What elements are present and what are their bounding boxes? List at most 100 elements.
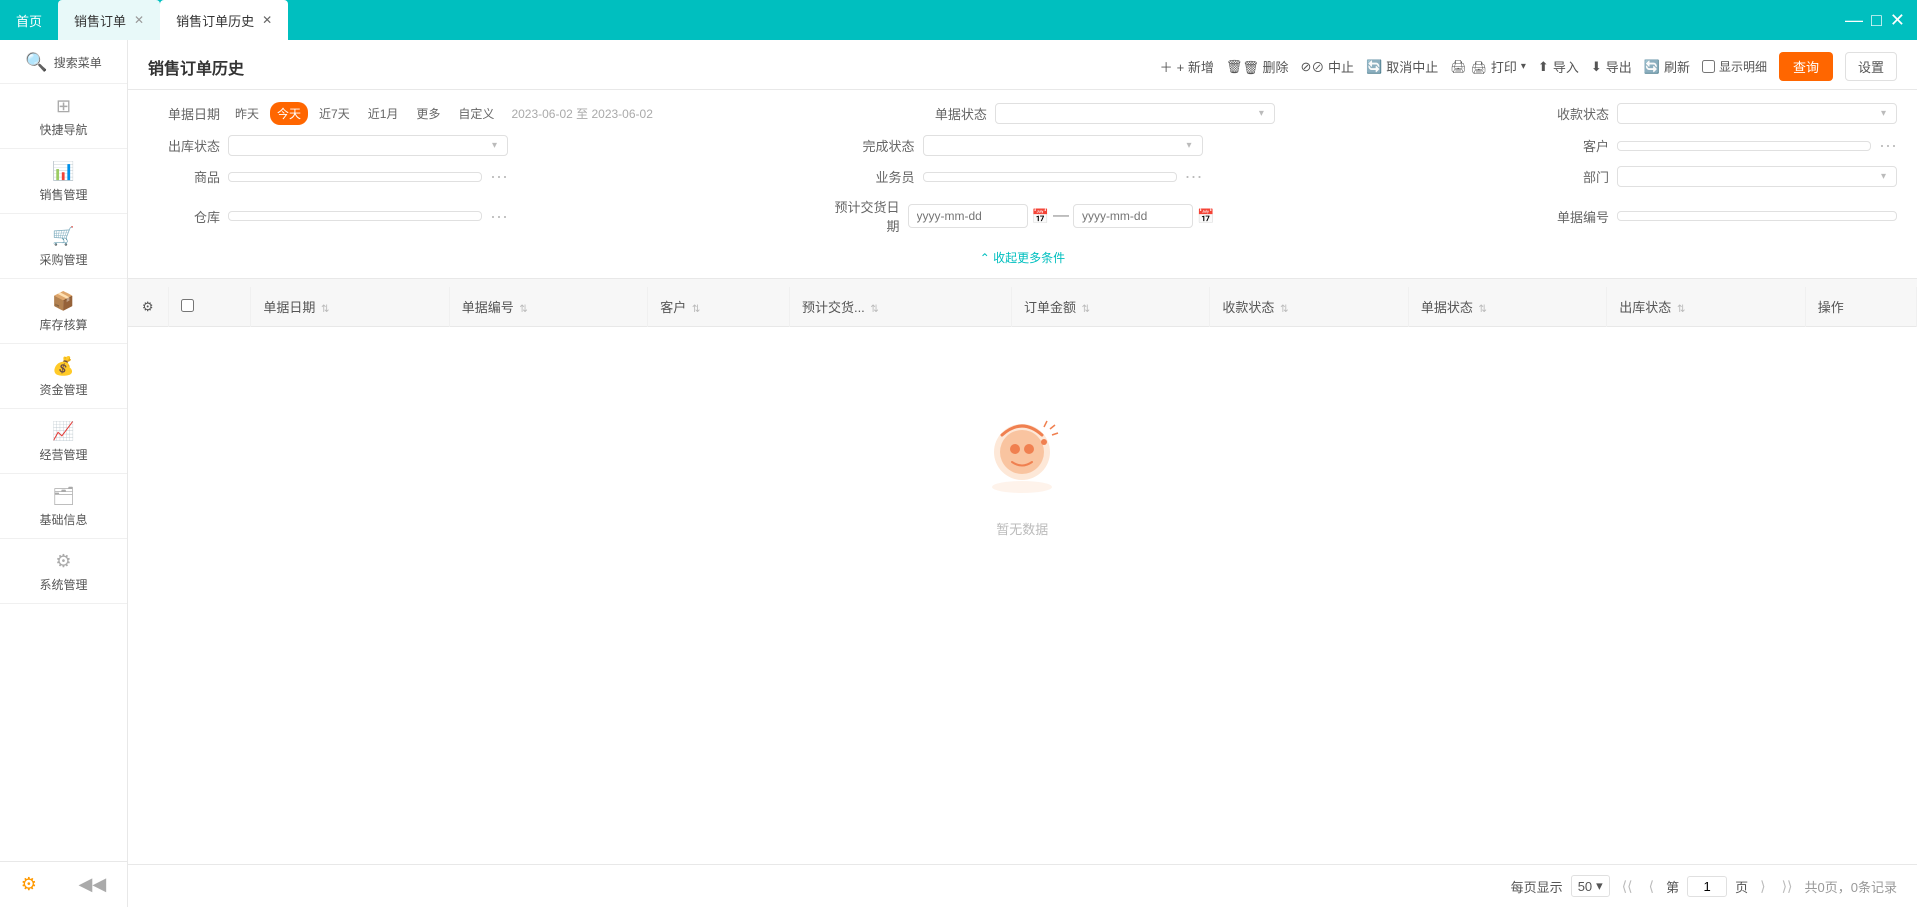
query-button[interactable]: 查询 (1779, 52, 1833, 81)
date-range-text: 2023-06-02 至 2023-06-02 (511, 105, 652, 122)
sidebar-item-operations[interactable]: 📈 经营管理 (0, 409, 127, 474)
date-btn-1month[interactable]: 近1月 (361, 102, 406, 125)
delivery-date-to-input[interactable] (1073, 204, 1193, 228)
status-filter-select[interactable]: ▾ (995, 103, 1275, 124)
window-close-btn[interactable]: ✕ (1890, 10, 1905, 31)
date-btn-7days[interactable]: 近7天 (312, 102, 357, 125)
status-arrow-icon: ▾ (1259, 108, 1264, 119)
show-detail-checkbox[interactable]: 显示明细 (1702, 58, 1767, 75)
tab-bar: 首页 销售订单 ✕ 销售订单历史 ✕ (0, 0, 1833, 40)
goods-dots-icon[interactable]: ··· (490, 166, 508, 187)
sidebar-finance-label: 资金管理 (39, 381, 87, 398)
new-icon: ＋ (1160, 57, 1173, 76)
page-next-btn[interactable]: ⟩ (1756, 876, 1769, 897)
page-input[interactable] (1687, 876, 1727, 897)
main-layout: 🔍 搜索菜单 ⊞ 快捷导航 📊 销售管理 🛒 采购管理 📦 库存核算 💰 资金管… (0, 40, 1917, 907)
page-unit: 页 (1735, 877, 1748, 896)
collapse-bar[interactable]: ⌃ 收起更多条件 (148, 245, 1897, 266)
cal-from-icon[interactable]: 📅 (1032, 208, 1049, 225)
tab-home[interactable]: 首页 (0, 0, 58, 40)
dept-arrow-icon: ▾ (1881, 171, 1886, 182)
tab-sales-order[interactable]: 销售订单 ✕ (58, 0, 160, 40)
th-date[interactable]: 单据日期 ⇅ (251, 287, 449, 327)
out-status-filter-select[interactable]: ▾ (228, 135, 508, 156)
goods-filter-select[interactable] (228, 172, 482, 182)
delete-button[interactable]: 🗑 🗑 删除 (1226, 57, 1289, 76)
salesperson-dots-icon[interactable]: ··· (1185, 166, 1203, 187)
th-delivery-date[interactable]: 预计交货... ⇅ (789, 287, 1011, 327)
complete-status-filter-select[interactable]: ▾ (923, 135, 1203, 156)
table-section: ⚙ 单据日期 ⇅ 单据编号 ⇅ 客户 (128, 287, 1917, 864)
page-size-select[interactable]: 50 ▾ (1571, 875, 1610, 897)
stop-button[interactable]: ⊘ ⊘ 中止 (1301, 57, 1355, 76)
sidebar-item-sales-mgmt[interactable]: 📊 销售管理 (0, 149, 127, 214)
th-pay-status[interactable]: 收款状态 ⇅ (1210, 287, 1408, 327)
page-last-btn[interactable]: ⟩⟩ (1778, 876, 1797, 897)
th-customer[interactable]: 客户 ⇅ (648, 287, 790, 327)
empty-state: 暂无数据 (128, 327, 1917, 618)
date-btn-today[interactable]: 今天 (270, 102, 308, 125)
filter-row-3: 商品 ··· 业务员 ··· 部门 (148, 166, 1897, 187)
tab-sales-order-history[interactable]: 销售订单历史 ✕ (160, 0, 288, 40)
date-btn-yesterday[interactable]: 昨天 (228, 102, 266, 125)
salesperson-filter-select[interactable] (923, 172, 1177, 182)
order-no-filter-label: 单据编号 (1547, 207, 1617, 226)
window-minimize-btn[interactable]: — (1845, 10, 1863, 31)
show-detail-input[interactable] (1702, 60, 1715, 73)
pay-status-filter-select[interactable]: ▾ (1617, 103, 1897, 124)
order-no-filter-input[interactable] (1617, 211, 1897, 221)
sidebar-item-sys-mgmt[interactable]: ⚙ 系统管理 (0, 539, 127, 604)
page-size-arrow-icon: ▾ (1596, 878, 1603, 894)
stop-icon: ⊘ (1301, 59, 1312, 75)
date-btn-more[interactable]: 更多 (409, 102, 447, 125)
refresh-button[interactable]: 🔄 刷新 (1644, 57, 1690, 76)
window-maximize-btn[interactable]: □ (1871, 10, 1882, 31)
warehouse-filter-select[interactable] (228, 211, 482, 221)
sidebar-search-label: 搜索菜单 (54, 54, 102, 71)
delivery-date-from-input[interactable] (908, 204, 1028, 228)
dept-filter-select[interactable]: ▾ (1617, 166, 1897, 187)
import-button[interactable]: ⬆ 导入 (1538, 57, 1579, 76)
import-label: 导入 (1553, 57, 1579, 76)
th-bill-status[interactable]: 单据状态 ⇅ (1408, 287, 1606, 327)
sidebar-volume-btn[interactable]: ◀◀ (79, 874, 107, 895)
page-prev-btn[interactable]: ⟨ (1645, 876, 1658, 897)
th-settings[interactable]: ⚙ (128, 287, 168, 327)
sidebar-item-quick-nav[interactable]: ⊞ 快捷导航 (0, 84, 127, 149)
sidebar-item-purchase-mgmt[interactable]: 🛒 采购管理 (0, 214, 127, 279)
search-icon: 🔍 (25, 52, 47, 73)
sidebar-settings-btn[interactable]: ⚙ (21, 874, 37, 895)
sidebar-item-finance[interactable]: 💰 资金管理 (0, 344, 127, 409)
warehouse-dots-icon[interactable]: ··· (490, 206, 508, 227)
select-all-checkbox[interactable] (181, 299, 194, 312)
date-btn-custom[interactable]: 自定义 (451, 102, 501, 125)
export-button[interactable]: ⬇ 导出 (1591, 57, 1632, 76)
sidebar-item-inventory[interactable]: 📦 库存核算 (0, 279, 127, 344)
new-button[interactable]: ＋ + 新增 (1160, 57, 1214, 76)
th-out-status[interactable]: 出库状态 ⇅ (1607, 287, 1805, 327)
basic-info-icon: 🗂 (52, 486, 75, 507)
page-title: 销售订单历史 (148, 55, 244, 79)
sys-mgmt-icon: ⚙ (55, 551, 71, 572)
th-order-no[interactable]: 单据编号 ⇅ (449, 287, 647, 327)
settings-button[interactable]: 设置 (1845, 52, 1897, 81)
inventory-icon: 📦 (52, 291, 74, 312)
export-icon: ⬇ (1591, 59, 1602, 75)
customer-dots-icon[interactable]: ··· (1879, 135, 1897, 156)
sidebar-item-search[interactable]: 🔍 搜索菜单 (0, 40, 127, 84)
print-button[interactable]: 🖨 🖨 打印 (1450, 57, 1526, 76)
cancel-stop-button[interactable]: 🔄 取消中止 (1366, 57, 1438, 76)
pay-status-arrow-icon: ▾ (1881, 108, 1886, 119)
tab-sales-order-history-close[interactable]: ✕ (262, 13, 272, 27)
sidebar-item-basic-info[interactable]: 🗂 基础信息 (0, 474, 127, 539)
sidebar-quick-nav-label: 快捷导航 (39, 121, 87, 138)
cal-to-icon[interactable]: 📅 (1197, 208, 1214, 225)
page-first-btn[interactable]: ⟨⟨ (1618, 876, 1637, 897)
tab-sales-order-close[interactable]: ✕ (134, 13, 144, 27)
filter-row-4: 仓库 ··· 预计交货日期 📅 — 📅 单据编号 (148, 197, 1897, 235)
th-amount[interactable]: 订单金额 ⇅ (1011, 287, 1209, 327)
customer-filter-select[interactable] (1617, 141, 1871, 151)
table-header: ⚙ 单据日期 ⇅ 单据编号 ⇅ 客户 (128, 287, 1917, 327)
sidebar-basic-info-label: 基础信息 (39, 511, 87, 528)
delivery-date-filter-label: 预计交货日期 (828, 197, 908, 235)
